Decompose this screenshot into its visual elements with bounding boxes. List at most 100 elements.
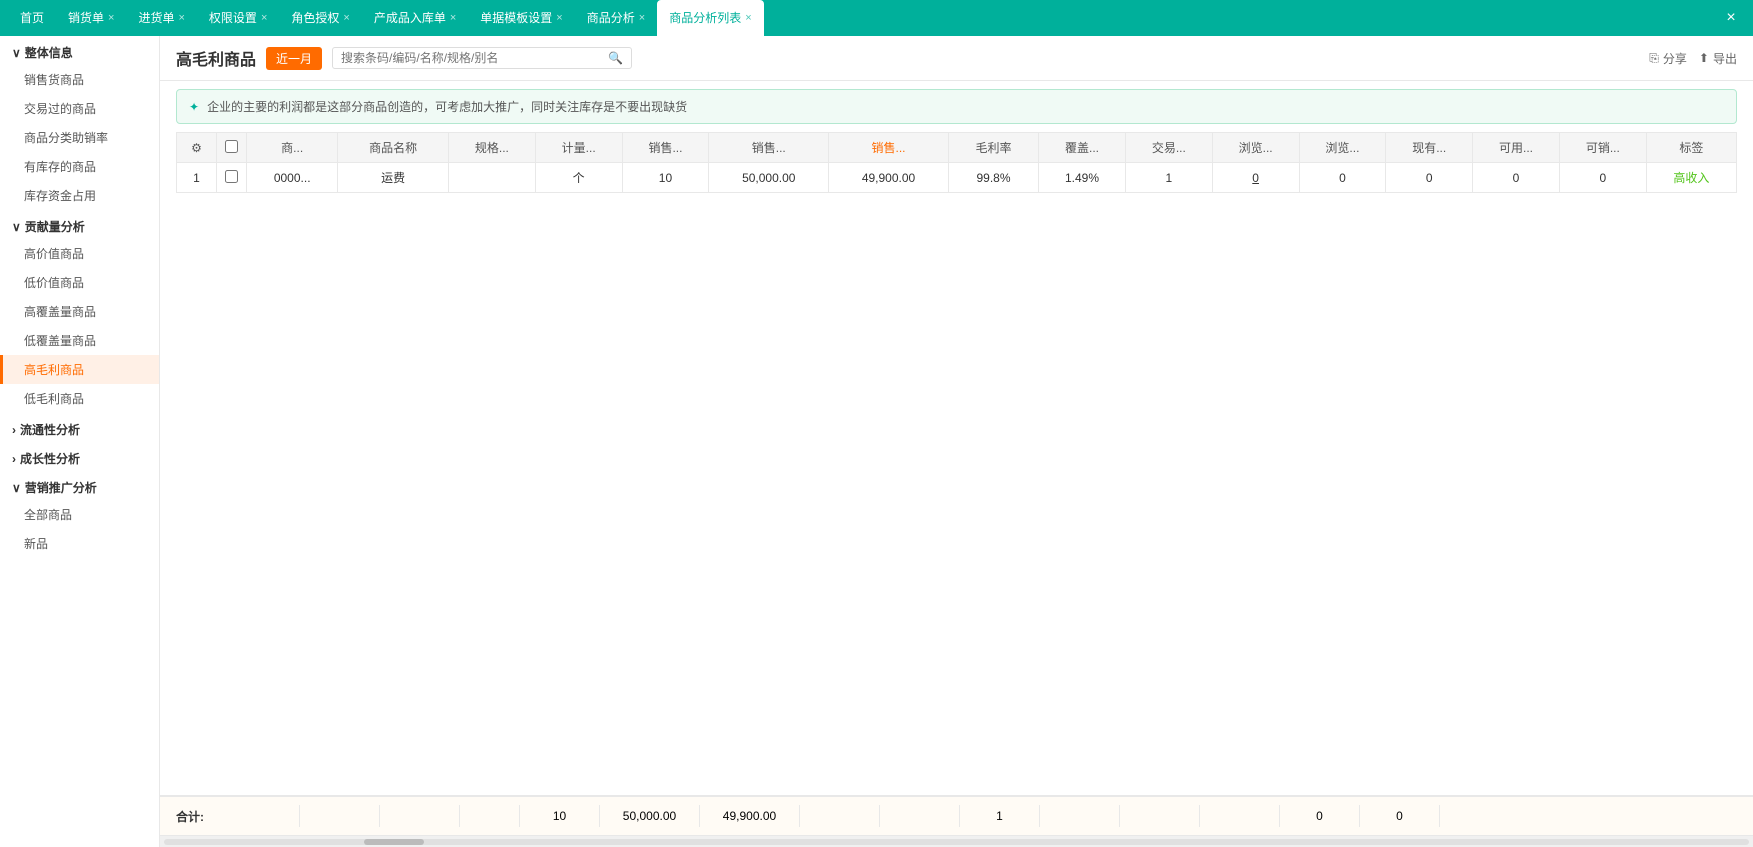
- chevron-down-icon-2: ∨: [12, 220, 21, 234]
- nav-template[interactable]: 单据模板设置 ×: [468, 0, 574, 36]
- top-nav: 首页 销货单 × 进货单 × 权限设置 × 角色授权 × 产成品入库单 × 单据…: [0, 0, 1753, 36]
- col-header-available[interactable]: 可用...: [1473, 133, 1560, 163]
- close-analysis-tab[interactable]: ×: [639, 0, 645, 36]
- scrollbar-thumb[interactable]: [364, 839, 424, 845]
- sidebar-item-low-coverage[interactable]: 低覆盖量商品: [0, 326, 159, 355]
- sidebar-group-overall[interactable]: ∨ 整体信息: [0, 36, 159, 65]
- search-input[interactable]: [341, 51, 608, 65]
- row-transaction: 1: [1125, 163, 1212, 193]
- table-row: 1 0000... 运费 个 10 50,000.00 49,900.00 99…: [177, 163, 1737, 193]
- nav-analysis-list[interactable]: 商品分析列表 ×: [657, 0, 763, 36]
- sidebar-item-low-margin[interactable]: 低毛利商品: [0, 384, 159, 413]
- nav-permissions[interactable]: 权限设置 ×: [197, 0, 279, 36]
- footer-sales2: 50,000.00: [600, 805, 700, 827]
- export-button[interactable]: ⬆ 导出: [1699, 50, 1737, 67]
- row-current: 0: [1386, 163, 1473, 193]
- sidebar-item-high-coverage[interactable]: 高覆盖量商品: [0, 297, 159, 326]
- footer-label: 合计:: [176, 808, 204, 825]
- col-header-sales2[interactable]: 销售...: [709, 133, 829, 163]
- settings-icon: ⚙: [191, 141, 202, 155]
- col-header-browse1[interactable]: 浏览...: [1212, 133, 1299, 163]
- col-header-sellable[interactable]: 可销...: [1559, 133, 1646, 163]
- sidebar-collapse-button[interactable]: ◀: [159, 46, 160, 74]
- nav-sales[interactable]: 销货单 ×: [56, 0, 126, 36]
- row-browse2: 0: [1299, 163, 1386, 193]
- sidebar-item-new-goods[interactable]: 新品: [0, 529, 159, 558]
- info-icon: ✦: [189, 100, 199, 114]
- share-icon: ⎘: [1649, 51, 1659, 66]
- sidebar-item-high-value[interactable]: 高价值商品: [0, 239, 159, 268]
- search-box: 🔍: [332, 47, 632, 69]
- share-button[interactable]: ⎘ 分享: [1649, 50, 1687, 67]
- bottom-scrollbar[interactable]: [160, 835, 1753, 847]
- export-icon: ⬆: [1699, 51, 1709, 65]
- sidebar-group-marketing[interactable]: ∨ 营销推广分析: [0, 471, 159, 500]
- footer-spacer-5: [800, 805, 880, 827]
- col-header-current[interactable]: 现有...: [1386, 133, 1473, 163]
- sidebar-item-stocked-goods[interactable]: 有库存的商品: [0, 152, 159, 181]
- col-header-transaction[interactable]: 交易...: [1125, 133, 1212, 163]
- select-all-checkbox[interactable]: [225, 140, 238, 153]
- col-header-sales3[interactable]: 销售...: [829, 133, 949, 163]
- col-header-sales1[interactable]: 销售...: [622, 133, 709, 163]
- footer-available: 0: [1280, 805, 1360, 827]
- col-header-check[interactable]: [217, 133, 247, 163]
- info-banner: ✦ 企业的主要的利润都是这部分商品创造的，可考虑加大推广，同时关注库存是不要出现…: [176, 89, 1737, 124]
- close-purchase-tab[interactable]: ×: [178, 0, 184, 36]
- sidebar-item-high-margin[interactable]: 高毛利商品: [0, 355, 159, 384]
- footer-spacer-8: [1120, 805, 1200, 827]
- sidebar-item-all-goods[interactable]: 全部商品: [0, 500, 159, 529]
- date-filter-button[interactable]: 近一月: [266, 47, 322, 70]
- sidebar-group-liquidity[interactable]: › 流通性分析: [0, 413, 159, 442]
- sidebar-item-low-value[interactable]: 低价值商品: [0, 268, 159, 297]
- footer-transaction: 1: [960, 805, 1040, 827]
- chevron-down-icon: ∨: [12, 46, 21, 60]
- col-header-coverage[interactable]: 覆盖...: [1039, 133, 1126, 163]
- footer-spacer-4: [460, 805, 520, 827]
- sidebar-group-contribution[interactable]: ∨ 贡献量分析: [0, 210, 159, 239]
- col-header-code[interactable]: 商...: [247, 133, 338, 163]
- col-header-tag[interactable]: 标签: [1646, 133, 1736, 163]
- page-title: 高毛利商品: [176, 46, 256, 70]
- close-role-tab[interactable]: ×: [343, 0, 349, 36]
- col-header-settings[interactable]: ⚙: [177, 133, 217, 163]
- footer-cells: 10 50,000.00 49,900.00 1 0 0: [220, 805, 1737, 827]
- main-layout: ◀ ∨ 整体信息 销售货商品 交易过的商品 商品分类助销率 有库存的商品 库存资…: [0, 36, 1753, 847]
- col-header-browse2[interactable]: 浏览...: [1299, 133, 1386, 163]
- close-sales-tab[interactable]: ×: [108, 0, 114, 36]
- nav-role-auth[interactable]: 角色授权 ×: [279, 0, 361, 36]
- sidebar-item-stock-funds[interactable]: 库存资金占用: [0, 181, 159, 210]
- sidebar-item-traded-goods[interactable]: 交易过的商品: [0, 94, 159, 123]
- header-actions: ⎘ 分享 ⬆ 导出: [1649, 50, 1737, 67]
- footer-spacer-7: [1040, 805, 1120, 827]
- sidebar-item-sales-goods[interactable]: 销售货商品: [0, 65, 159, 94]
- footer-sellable: 0: [1360, 805, 1440, 827]
- row-margin: 99.8%: [948, 163, 1038, 193]
- search-icon[interactable]: 🔍: [608, 51, 623, 65]
- close-permissions-tab[interactable]: ×: [261, 0, 267, 36]
- col-header-spec[interactable]: 规格...: [448, 133, 535, 163]
- row-check[interactable]: [217, 163, 247, 193]
- close-product-stock-tab[interactable]: ×: [450, 0, 456, 36]
- nav-analysis[interactable]: 商品分析 ×: [575, 0, 657, 36]
- col-header-margin[interactable]: 毛利率: [948, 133, 1038, 163]
- close-template-tab[interactable]: ×: [556, 0, 562, 36]
- sidebar-group-growth[interactable]: › 成长性分析: [0, 442, 159, 471]
- row-name: 运费: [338, 163, 449, 193]
- nav-purchase[interactable]: 进货单 ×: [126, 0, 196, 36]
- col-header-unit[interactable]: 计量...: [535, 133, 622, 163]
- nav-home[interactable]: 首页: [8, 0, 56, 36]
- col-header-name[interactable]: 商品名称: [338, 133, 449, 163]
- row-sales1: 10: [622, 163, 709, 193]
- row-num: 1: [177, 163, 217, 193]
- nav-product-stock[interactable]: 产成品入库单 ×: [362, 0, 468, 36]
- row-available: 0: [1473, 163, 1560, 193]
- row-coverage: 1.49%: [1039, 163, 1126, 193]
- row-browse1[interactable]: 0: [1212, 163, 1299, 193]
- row-sellable: 0: [1559, 163, 1646, 193]
- close-analysis-list-tab[interactable]: ×: [745, 0, 751, 36]
- sidebar-item-category-rate[interactable]: 商品分类助销率: [0, 123, 159, 152]
- chevron-down-icon-3: ∨: [12, 481, 21, 495]
- window-close-button[interactable]: ×: [1717, 4, 1745, 32]
- row-checkbox[interactable]: [225, 170, 238, 183]
